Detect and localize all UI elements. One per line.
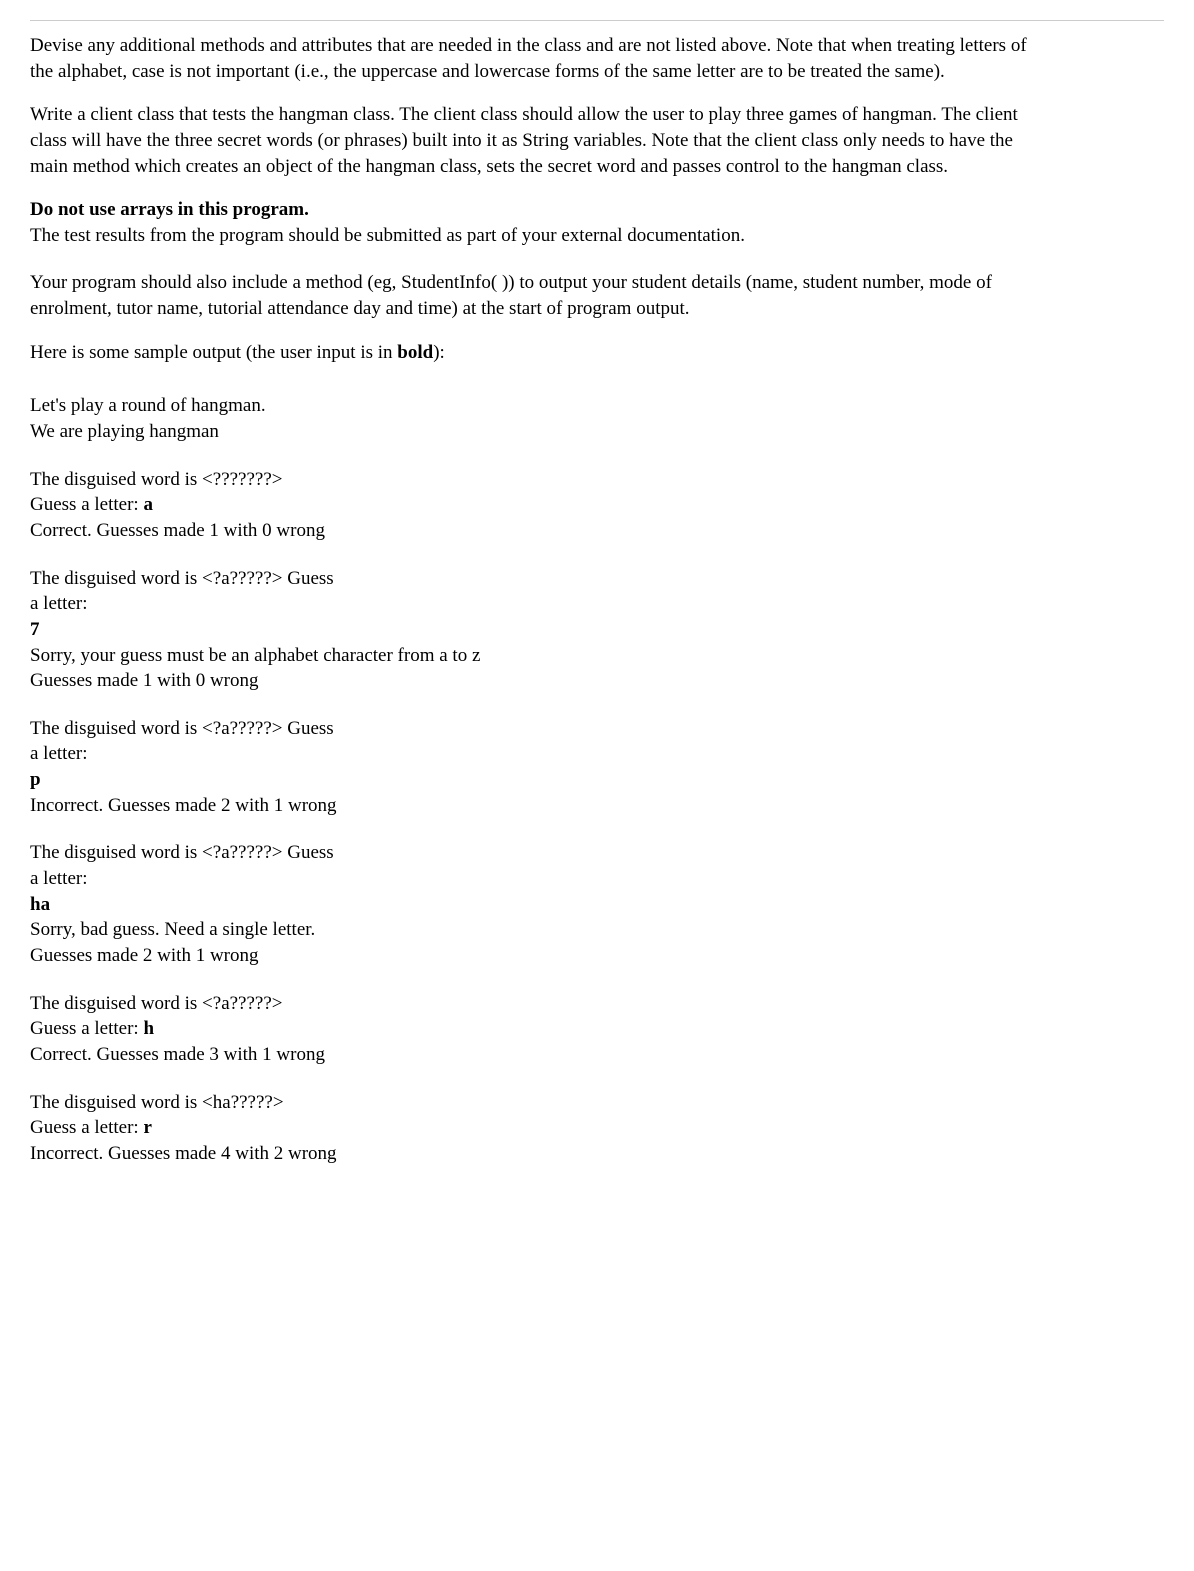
sample-group-5: The disguised word is <?a?????> Guess a … — [30, 840, 1050, 968]
sample-line: Guess a letter: r — [30, 1115, 1050, 1141]
sample-line: The disguised word is <ha?????> — [30, 1090, 1050, 1116]
sample-line: Guesses made 2 with 1 wrong — [30, 943, 1050, 969]
sample-group-4: The disguised word is <?a?????> Guess a … — [30, 716, 1050, 819]
sample-line: Guess a letter: h — [30, 1016, 1050, 1042]
user-input: p — [30, 767, 1050, 793]
test-results-text: The test results from the program should… — [30, 223, 1050, 249]
user-input: h — [143, 1018, 154, 1039]
sample-line: Sorry, bad guess. Need a single letter. — [30, 917, 1050, 943]
sample-line: Guess a letter: a — [30, 492, 1050, 518]
sample-group-7: The disguised word is <ha?????> Guess a … — [30, 1090, 1050, 1167]
sample-line: a letter: — [30, 866, 1050, 892]
sample-group-6: The disguised word is <?a?????> Guess a … — [30, 991, 1050, 1068]
sample-line: Incorrect. Guesses made 4 with 2 wrong — [30, 1141, 1050, 1167]
guess-prompt: Guess a letter: — [30, 494, 143, 515]
sample-intro-prefix: Here is some sample output (the user inp… — [30, 342, 397, 363]
sample-group-2: The disguised word is <???????> Guess a … — [30, 467, 1050, 544]
sample-intro-bold: bold — [397, 342, 433, 363]
sample-line: The disguised word is <?a?????> Guess — [30, 840, 1050, 866]
paragraph-student-info: Your program should also include a metho… — [30, 270, 1050, 321]
block-no-arrays: Do not use arrays in this program. The t… — [30, 197, 1050, 248]
sample-line: The disguised word is <?a?????> Guess — [30, 566, 1050, 592]
sample-output: Let's play a round of hangman. We are pl… — [30, 393, 1050, 1166]
sample-line: Let's play a round of hangman. — [30, 393, 1050, 419]
sample-line: Guesses made 1 with 0 wrong — [30, 668, 1050, 694]
user-input: ha — [30, 892, 1050, 918]
document-content: Devise any additional methods and attrib… — [30, 33, 1050, 1166]
top-divider — [30, 20, 1164, 21]
user-input: r — [143, 1117, 151, 1138]
user-input: a — [143, 494, 153, 515]
user-input: 7 — [30, 617, 1050, 643]
sample-line: Incorrect. Guesses made 2 with 1 wrong — [30, 793, 1050, 819]
sample-output-intro: Here is some sample output (the user inp… — [30, 340, 1050, 366]
no-arrays-heading: Do not use arrays in this program. — [30, 197, 1050, 223]
sample-line: Correct. Guesses made 3 with 1 wrong — [30, 1042, 1050, 1068]
sample-line: The disguised word is <?a?????> — [30, 991, 1050, 1017]
sample-line: a letter: — [30, 741, 1050, 767]
guess-prompt: Guess a letter: — [30, 1117, 143, 1138]
sample-line: a letter: — [30, 591, 1050, 617]
sample-intro-suffix: ): — [433, 342, 445, 363]
sample-line: The disguised word is <???????> — [30, 467, 1050, 493]
sample-line: Correct. Guesses made 1 with 0 wrong — [30, 518, 1050, 544]
paragraph-devise: Devise any additional methods and attrib… — [30, 33, 1050, 84]
sample-group-3: The disguised word is <?a?????> Guess a … — [30, 566, 1050, 694]
paragraph-client-class: Write a client class that tests the hang… — [30, 102, 1050, 179]
sample-line: We are playing hangman — [30, 419, 1050, 445]
guess-prompt: Guess a letter: — [30, 1018, 143, 1039]
sample-line: The disguised word is <?a?????> Guess — [30, 716, 1050, 742]
sample-group-1: Let's play a round of hangman. We are pl… — [30, 393, 1050, 444]
sample-line: Sorry, your guess must be an alphabet ch… — [30, 643, 1050, 669]
